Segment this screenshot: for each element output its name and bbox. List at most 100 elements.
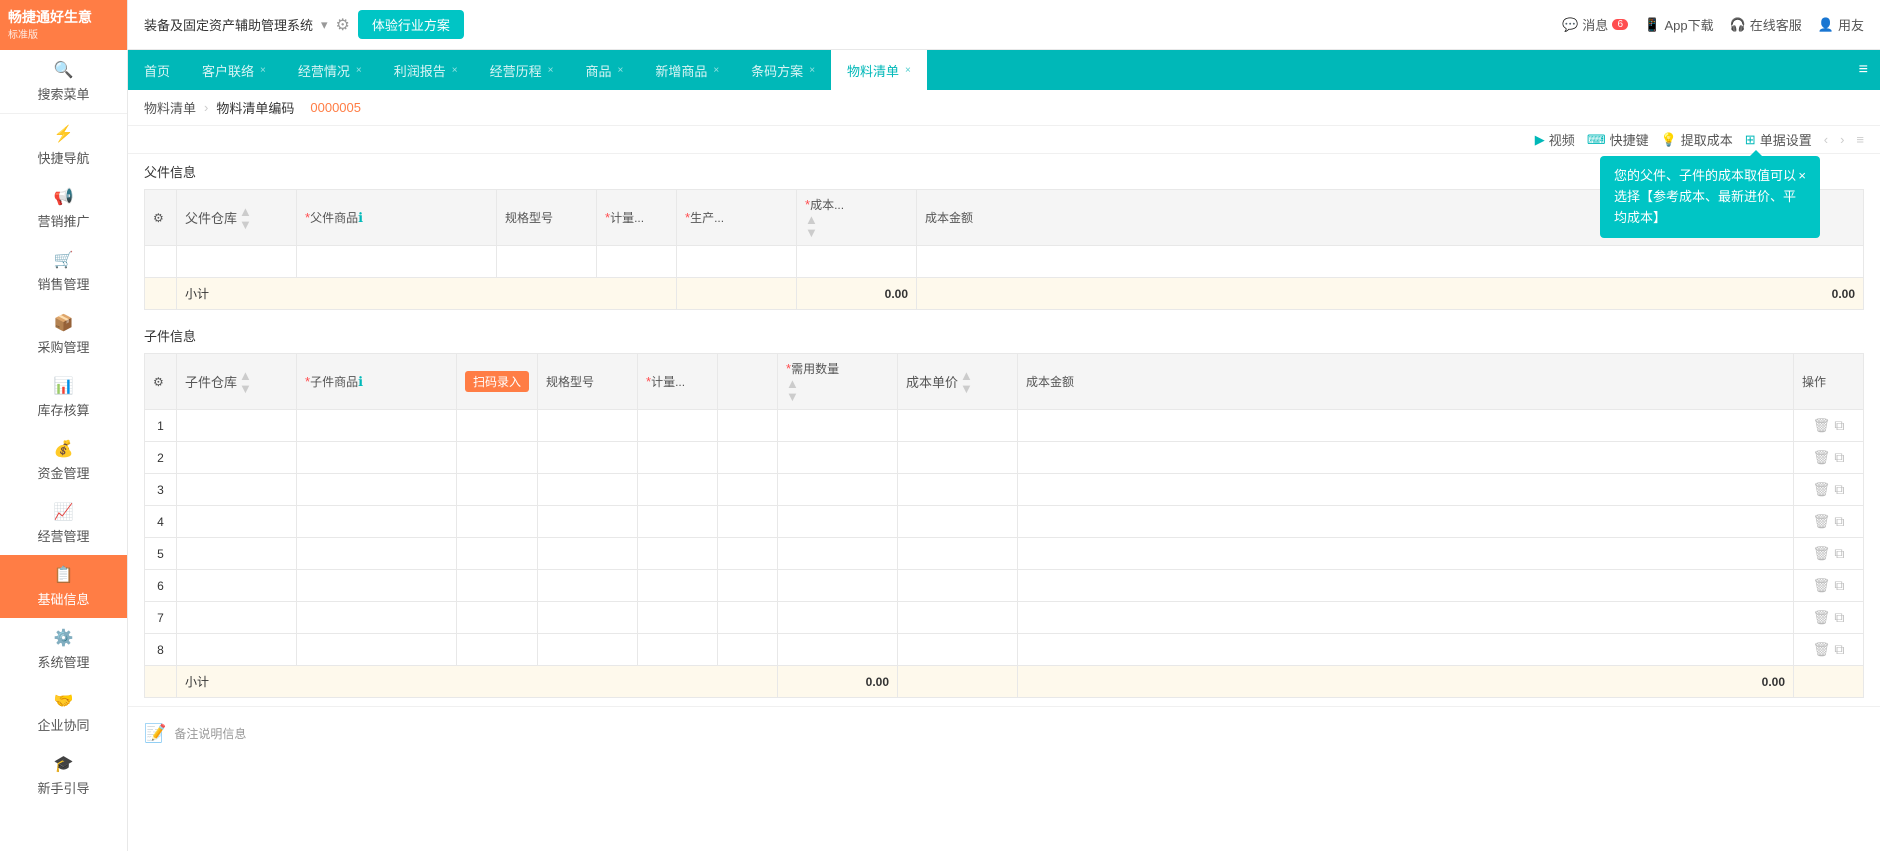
parent-row1-product[interactable] — [297, 246, 497, 278]
tooltip-close-btn[interactable]: × — [1798, 166, 1806, 187]
tab-new-goods[interactable]: 新增商品 × — [639, 50, 735, 90]
close-all-tabs[interactable]: ≡ — [1847, 61, 1880, 79]
child-row6-product[interactable] — [297, 570, 457, 602]
child-row4-cost-amount[interactable] — [1018, 506, 1794, 538]
tab-operations-close[interactable]: × — [356, 65, 362, 76]
tab-history[interactable]: 经营历程 × — [474, 50, 570, 90]
child-row8-product[interactable] — [297, 634, 457, 666]
menu-icon[interactable]: ≡ — [1856, 132, 1864, 147]
child-row3-unit[interactable] — [638, 474, 718, 506]
tab-customers-close[interactable]: × — [260, 65, 266, 76]
tab-customers[interactable]: 客户联络 × — [186, 50, 282, 90]
topbar-dropdown-icon[interactable]: ▾ — [321, 17, 328, 33]
child-row6-cost-amount[interactable] — [1018, 570, 1794, 602]
child-row4-spec[interactable] — [538, 506, 638, 538]
copy-icon-1[interactable]: ⧉ — [1834, 417, 1844, 434]
th-parent-cost[interactable]: *成本... ▲▼ — [797, 190, 917, 246]
prev-icon[interactable]: ‹ — [1824, 132, 1828, 147]
child-row4-qty[interactable] — [778, 506, 898, 538]
child-row4-unit[interactable] — [638, 506, 718, 538]
parent-row1-cost[interactable] — [797, 246, 917, 278]
sidebar-item-sales[interactable]: 🛒 销售管理 — [0, 240, 127, 303]
child-row8-warehouse[interactable] — [177, 634, 297, 666]
tab-barcode[interactable]: 条码方案 × — [735, 50, 831, 90]
sidebar-item-purchase[interactable]: 📦 采购管理 — [0, 303, 127, 366]
child-row6-warehouse[interactable] — [177, 570, 297, 602]
sidebar-item-guide[interactable]: 🎓 新手引导 — [0, 744, 127, 807]
child-row2-warehouse[interactable] — [177, 442, 297, 474]
user-btn[interactable]: 👤 用友 — [1818, 15, 1864, 34]
sidebar-item-finance[interactable]: 💰 资金管理 — [0, 429, 127, 492]
child-row7-unit-cost[interactable] — [898, 602, 1018, 634]
sidebar-item-marketing[interactable]: 📢 营销推广 — [0, 177, 127, 240]
child-row4-warehouse[interactable] — [177, 506, 297, 538]
child-row5-cost-amount[interactable] — [1018, 538, 1794, 570]
sidebar-search[interactable]: 🔍 搜索菜单 — [0, 50, 127, 114]
sidebar-item-enterprise[interactable]: 🤝 企业协同 — [0, 681, 127, 744]
child-row7-spec[interactable] — [538, 602, 638, 634]
child-row2-qty[interactable] — [778, 442, 898, 474]
child-row6-unit[interactable] — [638, 570, 718, 602]
child-row2-spec[interactable] — [538, 442, 638, 474]
extract-cost-btn[interactable]: 💡 提取成本 — [1661, 130, 1733, 149]
child-row3-spec[interactable] — [538, 474, 638, 506]
child-row2-cost-amount[interactable] — [1018, 442, 1794, 474]
th-child-qty[interactable]: *需用数量 ▲▼ — [778, 354, 898, 410]
child-row8-spec[interactable] — [538, 634, 638, 666]
delete-icon-3[interactable]: 🗑 — [1813, 481, 1831, 498]
th-child-unit[interactable]: *计量... — [638, 354, 718, 410]
trial-button[interactable]: 体验行业方案 — [358, 10, 464, 39]
delete-icon-5[interactable]: 🗑 — [1813, 545, 1831, 562]
child-row5-unit-cost[interactable] — [898, 538, 1018, 570]
parent-row1-cost-amount[interactable] — [917, 246, 1864, 278]
child-row1-cost-amount[interactable] — [1018, 410, 1794, 442]
message-btn[interactable]: 💬 消息 6 — [1562, 15, 1628, 34]
app-download-btn[interactable]: 📱 App下载 — [1644, 15, 1713, 34]
delete-icon-8[interactable]: 🗑 — [1813, 641, 1831, 658]
th-parent-warehouse[interactable]: 父件仓库 ▲▼ — [177, 190, 297, 246]
child-row1-spec[interactable] — [538, 410, 638, 442]
parent-row1-spec[interactable] — [497, 246, 597, 278]
child-row3-warehouse[interactable] — [177, 474, 297, 506]
delete-icon-4[interactable]: 🗑 — [1813, 513, 1831, 530]
copy-icon-3[interactable]: ⧉ — [1834, 481, 1844, 498]
scan-button[interactable]: 扫码录入 — [465, 371, 529, 392]
child-row1-warehouse[interactable] — [177, 410, 297, 442]
child-row6-spec[interactable] — [538, 570, 638, 602]
tab-history-close[interactable]: × — [548, 65, 554, 76]
th-parent-unit[interactable]: *计量... — [597, 190, 677, 246]
child-row5-qty[interactable] — [778, 538, 898, 570]
parent-row1-unit[interactable] — [597, 246, 677, 278]
child-row7-qty[interactable] — [778, 602, 898, 634]
parent-row1-warehouse[interactable] — [177, 246, 297, 278]
child-row1-unit-cost[interactable] — [898, 410, 1018, 442]
tab-bom[interactable]: 物料清单 × — [831, 50, 927, 90]
child-row8-cost-amount[interactable] — [1018, 634, 1794, 666]
child-row5-unit[interactable] — [638, 538, 718, 570]
tab-barcode-close[interactable]: × — [809, 65, 815, 76]
child-row1-product[interactable] — [297, 410, 457, 442]
child-row5-warehouse[interactable] — [177, 538, 297, 570]
child-row2-unit-cost[interactable] — [898, 442, 1018, 474]
child-row2-product[interactable] — [297, 442, 457, 474]
copy-icon-4[interactable]: ⧉ — [1834, 513, 1844, 530]
child-row1-qty[interactable] — [778, 410, 898, 442]
shortcut-btn[interactable]: ⌨ 快捷键 — [1587, 130, 1649, 149]
parent-row1-production[interactable] — [677, 246, 797, 278]
delete-icon-2[interactable]: 🗑 — [1813, 449, 1831, 466]
tab-profit[interactable]: 利润报告 × — [378, 50, 474, 90]
child-row8-qty[interactable] — [778, 634, 898, 666]
tab-new-goods-close[interactable]: × — [713, 65, 719, 76]
child-row6-unit-cost[interactable] — [898, 570, 1018, 602]
child-row8-unit-cost[interactable] — [898, 634, 1018, 666]
copy-icon-8[interactable]: ⧉ — [1834, 641, 1844, 658]
copy-icon-5[interactable]: ⧉ — [1834, 545, 1844, 562]
delete-icon-6[interactable]: 🗑 — [1813, 577, 1831, 594]
child-row2-unit[interactable] — [638, 442, 718, 474]
child-row3-unit-cost[interactable] — [898, 474, 1018, 506]
th-child-scan[interactable]: 扫码录入 — [457, 354, 538, 410]
topbar-gear-icon[interactable]: ⚙ — [336, 15, 350, 35]
th-parent-production[interactable]: *生产... — [677, 190, 797, 246]
child-row3-qty[interactable] — [778, 474, 898, 506]
next-icon[interactable]: › — [1840, 132, 1844, 147]
